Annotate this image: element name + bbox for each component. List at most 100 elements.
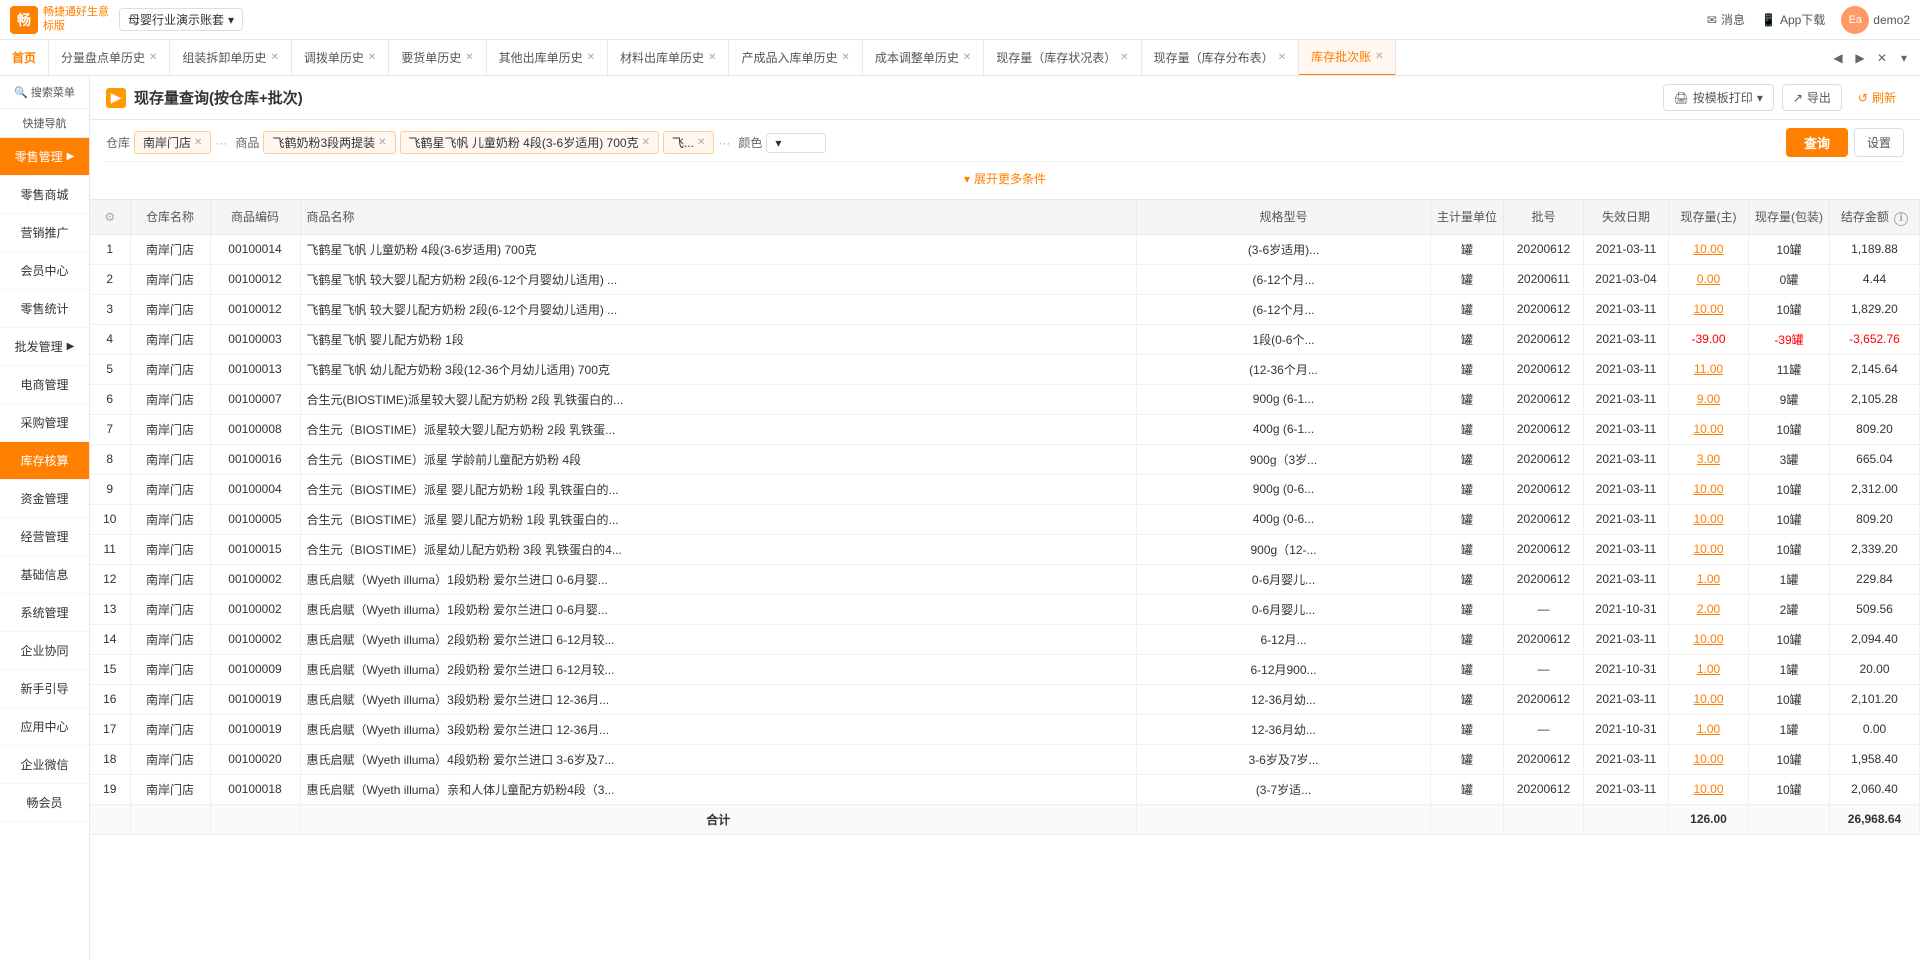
cell-qty-main[interactable]: 3.00 (1669, 444, 1749, 474)
refresh-button[interactable]: ↺ 刷新 (1850, 85, 1904, 110)
cell-expire: 2021-03-11 (1584, 504, 1669, 534)
tab-close-icon[interactable]: ✕ (708, 52, 716, 63)
sidebar-item-business[interactable]: 经营管理 (0, 518, 89, 556)
warehouse-tag[interactable]: 南岸门店 ✕ (134, 131, 211, 154)
sidebar-item-finance[interactable]: 资金管理 (0, 480, 89, 518)
tab-close-icon[interactable]: ✕ (465, 52, 473, 63)
cell-qty-main[interactable]: 10.00 (1669, 234, 1749, 264)
tab-chancheng[interactable]: 产成品入库单历史 ✕ (729, 40, 862, 76)
tab-fenliang[interactable]: 分量盘点单历史 ✕ (49, 40, 170, 76)
sidebar-item-changhui[interactable]: 畅会员 (0, 784, 89, 822)
color-dropdown[interactable]: ▾ (766, 133, 826, 153)
cell-qty-main[interactable]: 10.00 (1669, 744, 1749, 774)
tab-xiancunliang2[interactable]: 现存量（库存分布表） ✕ (1142, 40, 1299, 76)
tab-close-icon[interactable]: ✕ (368, 52, 376, 63)
cell-qty-main[interactable]: 10.00 (1669, 624, 1749, 654)
tab-close-icon[interactable]: ✕ (1120, 52, 1128, 63)
user-area[interactable]: Ea demo2 (1841, 6, 1910, 34)
product-tag-3[interactable]: 飞... ✕ (663, 131, 714, 154)
tag-close-icon[interactable]: ✕ (194, 137, 202, 148)
export-button[interactable]: ↗ 导出 (1782, 84, 1842, 111)
chevron-down-icon: ▾ (228, 13, 234, 27)
sidebar-item-guide[interactable]: 新手引导 (0, 670, 89, 708)
cell-qty-main[interactable]: 10.00 (1669, 474, 1749, 504)
cell-expire: 2021-03-11 (1584, 564, 1669, 594)
tab-close-icon[interactable]: ✕ (587, 52, 595, 63)
sidebar-item-member[interactable]: 会员中心 (0, 252, 89, 290)
gear-icon[interactable]: ⚙ (104, 210, 115, 224)
cell-qty-main[interactable]: 9.00 (1669, 384, 1749, 414)
sidebar-item-collab[interactable]: 企业协同 (0, 632, 89, 670)
tab-close-icon[interactable]: ✕ (270, 52, 278, 63)
tab-kucunpici[interactable]: 库存批次账 ✕ (1299, 40, 1396, 76)
company-select[interactable]: 母婴行业演示账套 ▾ (119, 8, 243, 31)
cell-qty-main[interactable]: 1.00 (1669, 714, 1749, 744)
sidebar-item-retail[interactable]: 零售管理 ▶ (0, 138, 89, 176)
cell-qty-main[interactable]: 2.00 (1669, 594, 1749, 624)
cell-qty-main[interactable]: 10.00 (1669, 414, 1749, 444)
cell-spec: 3-6岁及7岁... (1137, 744, 1431, 774)
tab-home[interactable]: 首页 (0, 40, 49, 76)
cell-qty-main[interactable]: 10.00 (1669, 534, 1749, 564)
filter-ellipsis[interactable]: ··· (215, 136, 227, 150)
setting-button[interactable]: 设置 (1854, 128, 1904, 157)
sidebar-item-apps[interactable]: 应用中心 (0, 708, 89, 746)
sidebar-item-wholesale[interactable]: 批发管理 ▶ (0, 328, 89, 366)
tag-close-icon[interactable]: ✕ (378, 137, 386, 148)
tab-menu-btn[interactable]: ▾ (1894, 48, 1914, 68)
cell-qty-main[interactable]: 1.00 (1669, 654, 1749, 684)
tab-diaobo[interactable]: 调拨单历史 ✕ (292, 40, 389, 76)
cell-code: 00100019 (210, 714, 300, 744)
tab-close-icon[interactable]: ✕ (963, 52, 971, 63)
cell-qty-main[interactable]: 10.00 (1669, 684, 1749, 714)
product-tag-2[interactable]: 飞鹤星飞帆 儿童奶粉 4段(3-6岁适用) 700克 ✕ (400, 131, 659, 154)
top-right: ✉ 消息 📱 App下载 Ea demo2 (1707, 6, 1910, 34)
cell-unit: 罐 (1430, 264, 1503, 294)
sidebar-search[interactable]: 🔍 搜索菜单 (0, 76, 89, 109)
tag-close-icon[interactable]: ✕ (697, 137, 705, 148)
sidebar-item-mall[interactable]: 零售商城 (0, 176, 89, 214)
tab-zuhe[interactable]: 组装拆卸单历史 ✕ (170, 40, 291, 76)
sidebar-item-inventory[interactable]: 库存核算 (0, 442, 89, 480)
tab-close-icon[interactable]: ✕ (1278, 52, 1286, 63)
tab-chengben[interactable]: 成本调整单历史 ✕ (863, 40, 984, 76)
tab-close-icon[interactable]: ✕ (841, 52, 849, 63)
help-icon[interactable]: ℹ (1894, 212, 1908, 226)
cell-qty-main[interactable]: 10.00 (1669, 504, 1749, 534)
footer-balance: 26,968.64 (1830, 804, 1920, 834)
print-button[interactable]: 🖨 按模板打印 ▾ (1663, 84, 1774, 111)
cell-qty-main[interactable]: 10.00 (1669, 294, 1749, 324)
tab-xiancunliang1[interactable]: 现存量（库存状况表） ✕ (984, 40, 1141, 76)
tab-qitachuku[interactable]: 其他出库单历史 ✕ (487, 40, 608, 76)
sidebar-item-wechat[interactable]: 企业微信 (0, 746, 89, 784)
sidebar-quick-nav[interactable]: 快捷导航 (0, 109, 89, 138)
cell-seq: 4 (90, 324, 130, 354)
cell-qty-main[interactable]: -39.00 (1669, 324, 1749, 354)
tab-close-icon[interactable]: ✕ (149, 52, 157, 63)
cell-qty-main[interactable]: 1.00 (1669, 564, 1749, 594)
search-button[interactable]: 查询 (1786, 128, 1848, 157)
cell-qty-main[interactable]: 0.00 (1669, 264, 1749, 294)
sidebar-item-marketing[interactable]: 营销推广 (0, 214, 89, 252)
cell-qty-main[interactable]: 11.00 (1669, 354, 1749, 384)
sidebar-item-retail-stats[interactable]: 零售统计 (0, 290, 89, 328)
message-btn[interactable]: ✉ 消息 (1707, 11, 1745, 28)
cell-name: 惠氏启赋（Wyeth illuma）3段奶粉 爱尔兰进口 12-36月... (300, 714, 1137, 744)
download-btn[interactable]: 📱 App下载 (1761, 11, 1825, 28)
sidebar-item-basic[interactable]: 基础信息 (0, 556, 89, 594)
expand-button[interactable]: ▶ (106, 88, 126, 108)
tab-prev-btn[interactable]: ◀ (1828, 48, 1848, 68)
tab-next-btn[interactable]: ▶ (1850, 48, 1870, 68)
sidebar-item-ecommerce[interactable]: 电商管理 (0, 366, 89, 404)
sidebar-item-purchase[interactable]: 采购管理 (0, 404, 89, 442)
tab-yaohuo[interactable]: 要货单历史 ✕ (389, 40, 486, 76)
cell-qty-main[interactable]: 10.00 (1669, 774, 1749, 804)
tag-close-icon[interactable]: ✕ (642, 137, 650, 148)
filter-ellipsis[interactable]: ··· (718, 136, 730, 150)
tab-close-all-btn[interactable]: ✕ (1872, 48, 1892, 68)
product-tag-1[interactable]: 飞鹤奶粉3段两提装 ✕ (263, 131, 395, 154)
tab-close-icon[interactable]: ✕ (1375, 51, 1383, 62)
tab-cailiao[interactable]: 材料出库单历史 ✕ (608, 40, 729, 76)
sidebar-item-system[interactable]: 系统管理 (0, 594, 89, 632)
expand-filter-btn[interactable]: ▾ 展开更多条件 (106, 166, 1904, 191)
